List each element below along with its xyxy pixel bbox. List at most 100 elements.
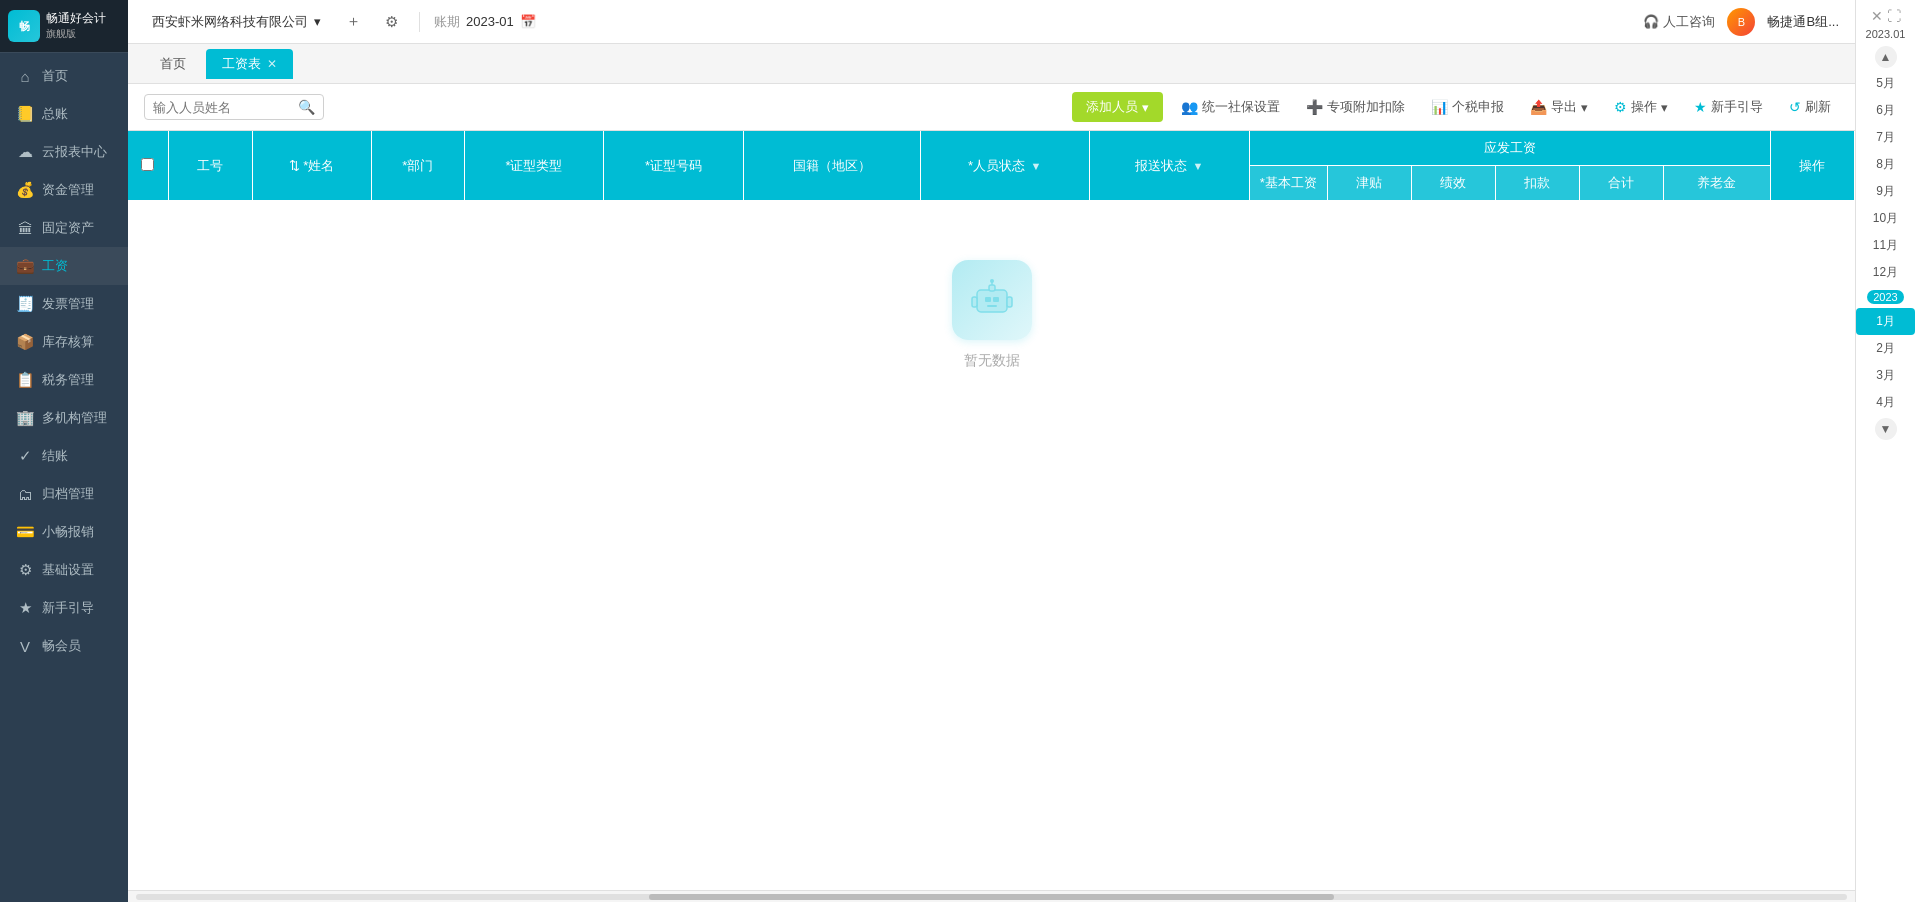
tab-home[interactable]: 首页	[144, 49, 202, 79]
sidebar-item-invoice[interactable]: 🧾 发票管理	[0, 285, 128, 323]
th-id-type: *证型类型	[464, 131, 604, 200]
current-year-badge: 2023	[1867, 290, 1903, 304]
social-security-btn[interactable]: 👥 统一社保设置	[1173, 94, 1288, 120]
sidebar-label-fixed-assets: 固定资产	[42, 219, 94, 237]
panel-up-nav[interactable]: ▲	[1875, 46, 1897, 68]
refresh-btn[interactable]: ↺ 刷新	[1781, 94, 1839, 120]
new-guide-icon: ★	[1694, 99, 1707, 115]
svg-rect-7	[972, 297, 977, 307]
topbar-divider	[419, 12, 420, 32]
svg-rect-0	[977, 290, 1007, 312]
sidebar-item-fixed-assets[interactable]: 🏛 固定资产	[0, 209, 128, 247]
sidebar-label-tax: 税务管理	[42, 371, 94, 389]
month-5[interactable]: 5月	[1856, 70, 1915, 97]
sidebar-icon-funds: 💰	[16, 181, 34, 199]
sidebar-item-inventory[interactable]: 📦 库存核算	[0, 323, 128, 361]
export-btn[interactable]: 📤 导出 ▾	[1522, 94, 1596, 120]
user-name[interactable]: 畅捷通B组...	[1767, 13, 1839, 31]
month-6[interactable]: 6月	[1856, 97, 1915, 124]
operation-btn[interactable]: ⚙ 操作 ▾	[1606, 94, 1676, 120]
close-panel-btn[interactable]: ✕	[1871, 8, 1883, 24]
expand-panel-btn[interactable]: ⛶	[1887, 8, 1901, 24]
calendar-icon[interactable]: 📅	[520, 14, 536, 29]
sidebar-label-ledger: 总账	[42, 105, 68, 123]
logo-text-wrap: 畅通好会计 旗舰版	[46, 11, 106, 41]
sidebar-item-funds[interactable]: 💰 资金管理	[0, 171, 128, 209]
topbar-right: 🎧 人工咨询 B 畅捷通B组...	[1643, 8, 1839, 36]
sidebar-item-guide[interactable]: ★ 新手引导	[0, 589, 128, 627]
month-10[interactable]: 10月	[1856, 205, 1915, 232]
svg-rect-8	[1007, 297, 1012, 307]
sidebar-label-salary: 工资	[42, 257, 68, 275]
bottom-scrollbar[interactable]	[128, 890, 1855, 902]
sidebar-item-salary[interactable]: 💼 工资	[0, 247, 128, 285]
month-11[interactable]: 11月	[1856, 232, 1915, 259]
sidebar-label-settings: 基础设置	[42, 561, 94, 579]
status-filter-icon[interactable]: ▼	[1031, 160, 1042, 172]
tab-close-icon[interactable]: ✕	[267, 57, 277, 71]
sidebar-icon-settings: ⚙	[16, 561, 34, 579]
th-operations: 操作	[1770, 131, 1854, 200]
panel-down-nav[interactable]: ▼	[1875, 418, 1897, 440]
th-employee-no: 工号	[168, 131, 252, 200]
th-performance: 绩效	[1411, 166, 1495, 201]
social-security-icon: 👥	[1181, 99, 1198, 115]
main-area: 西安虾米网络科技有限公司 ▾ ＋ ⚙ 账期 2023-01 📅 🎧 人工咨询 B…	[128, 0, 1855, 902]
company-selector[interactable]: 西安虾米网络科技有限公司 ▾	[144, 9, 329, 35]
search-icon[interactable]: 🔍	[298, 99, 315, 115]
operation-arrow: ▾	[1661, 100, 1668, 115]
add-company-btn[interactable]: ＋	[339, 8, 367, 36]
salary-table: 工号 ⇅ *姓名 *部门 *证型类型 *证型号码 国籍（地区） *人员状态 ▼ …	[128, 131, 1855, 200]
month-2[interactable]: 2月	[1856, 335, 1915, 362]
report-filter-icon[interactable]: ▼	[1193, 160, 1204, 172]
th-nationality: 国籍（地区）	[743, 131, 920, 200]
sidebar-item-cloud-report[interactable]: ☁ 云报表中心	[0, 133, 128, 171]
refresh-label: 刷新	[1805, 98, 1831, 116]
logo-sub: 旗舰版	[46, 27, 106, 41]
new-guide-btn[interactable]: ★ 新手引导	[1686, 94, 1771, 120]
sidebar-item-expense[interactable]: 💳 小畅报销	[0, 513, 128, 551]
search-input[interactable]	[153, 100, 292, 115]
sidebar-icon-archive: 🗂	[16, 486, 34, 503]
sidebar-item-home[interactable]: ⌂ 首页	[0, 57, 128, 95]
sidebar-item-ledger[interactable]: 📒 总账	[0, 95, 128, 133]
sidebar-item-tax[interactable]: 📋 税务管理	[0, 361, 128, 399]
deduction-btn[interactable]: ➕ 专项附加扣除	[1298, 94, 1413, 120]
add-person-button[interactable]: 添加人员 ▾	[1072, 92, 1163, 122]
month-4[interactable]: 4月	[1856, 389, 1915, 416]
sidebar-item-multi-org[interactable]: 🏢 多机构管理	[0, 399, 128, 437]
sidebar-item-member[interactable]: V 畅会员	[0, 627, 128, 665]
sidebar-label-cloud-report: 云报表中心	[42, 143, 107, 161]
sidebar-icon-ledger: 📒	[16, 105, 34, 123]
topbar-period: 账期 2023-01 📅	[434, 13, 536, 31]
svg-rect-3	[987, 305, 997, 307]
export-label: 导出	[1551, 98, 1577, 116]
sidebar-icon-multi-org: 🏢	[16, 409, 34, 427]
add-person-label: 添加人员	[1086, 98, 1138, 116]
month-9[interactable]: 9月	[1856, 178, 1915, 205]
sidebar-item-archive[interactable]: 🗂 归档管理	[0, 475, 128, 513]
sidebar-item-close[interactable]: ✓ 结账	[0, 437, 128, 475]
search-wrap: 🔍	[144, 94, 324, 120]
month-7[interactable]: 7月	[1856, 124, 1915, 151]
month-12[interactable]: 12月	[1856, 259, 1915, 286]
th-pay-group: 应发工资	[1249, 131, 1770, 166]
logo-icon: 畅	[8, 10, 40, 42]
sidebar-icon-salary: 💼	[16, 257, 34, 275]
tab-salary-table[interactable]: 工资表 ✕	[206, 49, 293, 79]
service-btn[interactable]: 🎧 人工咨询	[1643, 13, 1715, 31]
tax-report-btn[interactable]: 📊 个税申报	[1423, 94, 1512, 120]
month-1[interactable]: 1月	[1856, 308, 1915, 335]
sidebar-icon-tax: 📋	[16, 371, 34, 389]
sidebar-label-inventory: 库存核算	[42, 333, 94, 351]
empty-icon	[952, 260, 1032, 340]
sidebar-icon-close: ✓	[16, 447, 34, 465]
month-3[interactable]: 3月	[1856, 362, 1915, 389]
select-all-checkbox[interactable]	[141, 158, 154, 171]
right-panel: ✕ ⛶ 2023.01 ▲ 5月 6月 7月 8月 9月 10月 11月 12月…	[1855, 0, 1915, 902]
month-8[interactable]: 8月	[1856, 151, 1915, 178]
add-person-arrow: ▾	[1142, 100, 1149, 115]
scrollbar-thumb	[649, 894, 1333, 900]
settings-btn[interactable]: ⚙	[377, 8, 405, 36]
sidebar-item-settings[interactable]: ⚙ 基础设置	[0, 551, 128, 589]
